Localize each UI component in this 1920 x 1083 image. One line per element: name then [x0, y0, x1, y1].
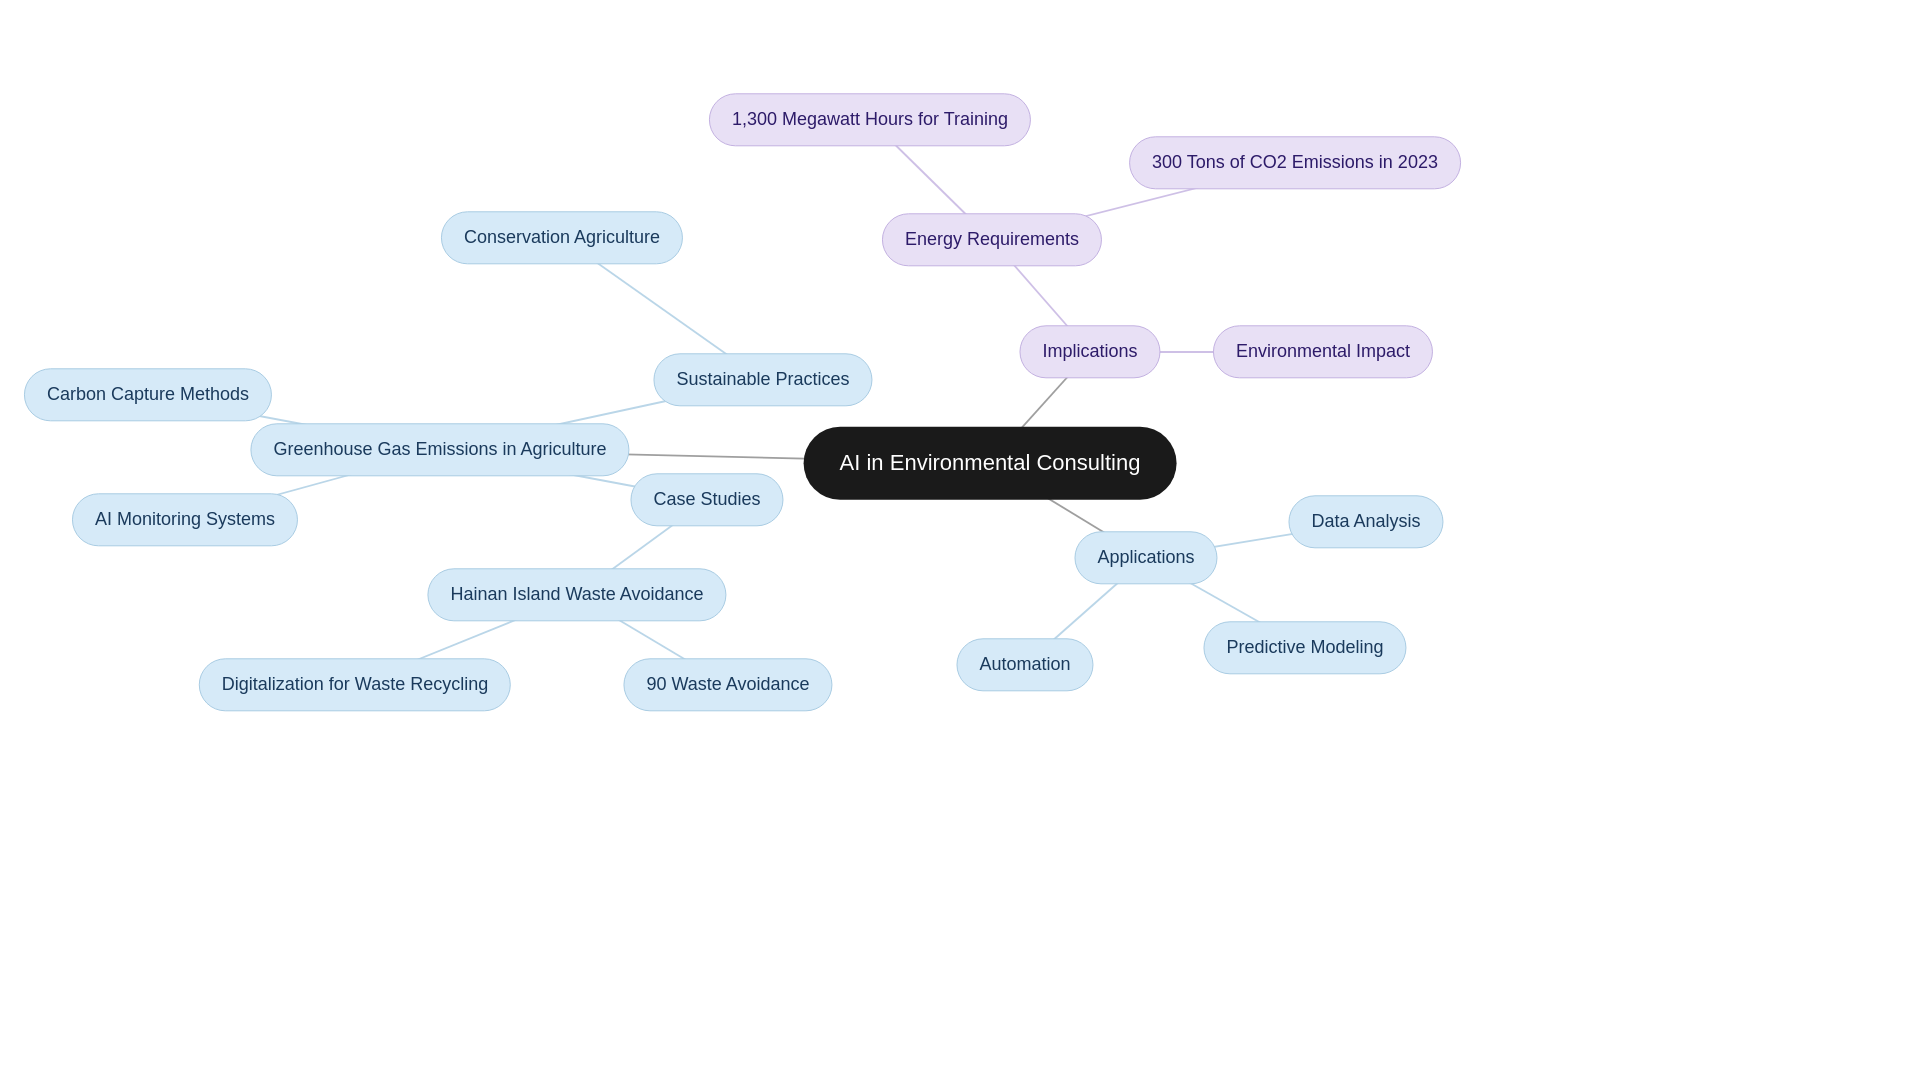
node-greenhouse[interactable]: Greenhouse Gas Emissions in Agriculture — [250, 423, 629, 476]
node-co2[interactable]: 300 Tons of CO2 Emissions in 2023 — [1129, 136, 1461, 189]
connections-svg — [0, 0, 1920, 1083]
node-carbonCapture[interactable]: Carbon Capture Methods — [24, 368, 272, 421]
node-center[interactable]: AI in Environmental Consulting — [804, 427, 1177, 500]
node-applications[interactable]: Applications — [1074, 531, 1217, 584]
node-implications[interactable]: Implications — [1019, 325, 1160, 378]
node-hainan[interactable]: Hainan Island Waste Avoidance — [427, 568, 726, 621]
node-aiMonitoring[interactable]: AI Monitoring Systems — [72, 493, 298, 546]
node-envImpact[interactable]: Environmental Impact — [1213, 325, 1433, 378]
node-predictive[interactable]: Predictive Modeling — [1203, 621, 1406, 674]
node-automation[interactable]: Automation — [956, 638, 1093, 691]
node-energyReq[interactable]: Energy Requirements — [882, 213, 1102, 266]
node-waste90[interactable]: 90 Waste Avoidance — [623, 658, 832, 711]
node-megawatt[interactable]: 1,300 Megawatt Hours for Training — [709, 93, 1031, 146]
node-dataAnalysis[interactable]: Data Analysis — [1288, 495, 1443, 548]
node-conservation[interactable]: Conservation Agriculture — [441, 211, 683, 264]
node-caseStudies[interactable]: Case Studies — [630, 473, 783, 526]
node-sustainable[interactable]: Sustainable Practices — [653, 353, 872, 406]
mindmap-canvas: AI in Environmental Consulting Greenhouse… — [0, 0, 1920, 1083]
node-digitalization[interactable]: Digitalization for Waste Recycling — [199, 658, 511, 711]
